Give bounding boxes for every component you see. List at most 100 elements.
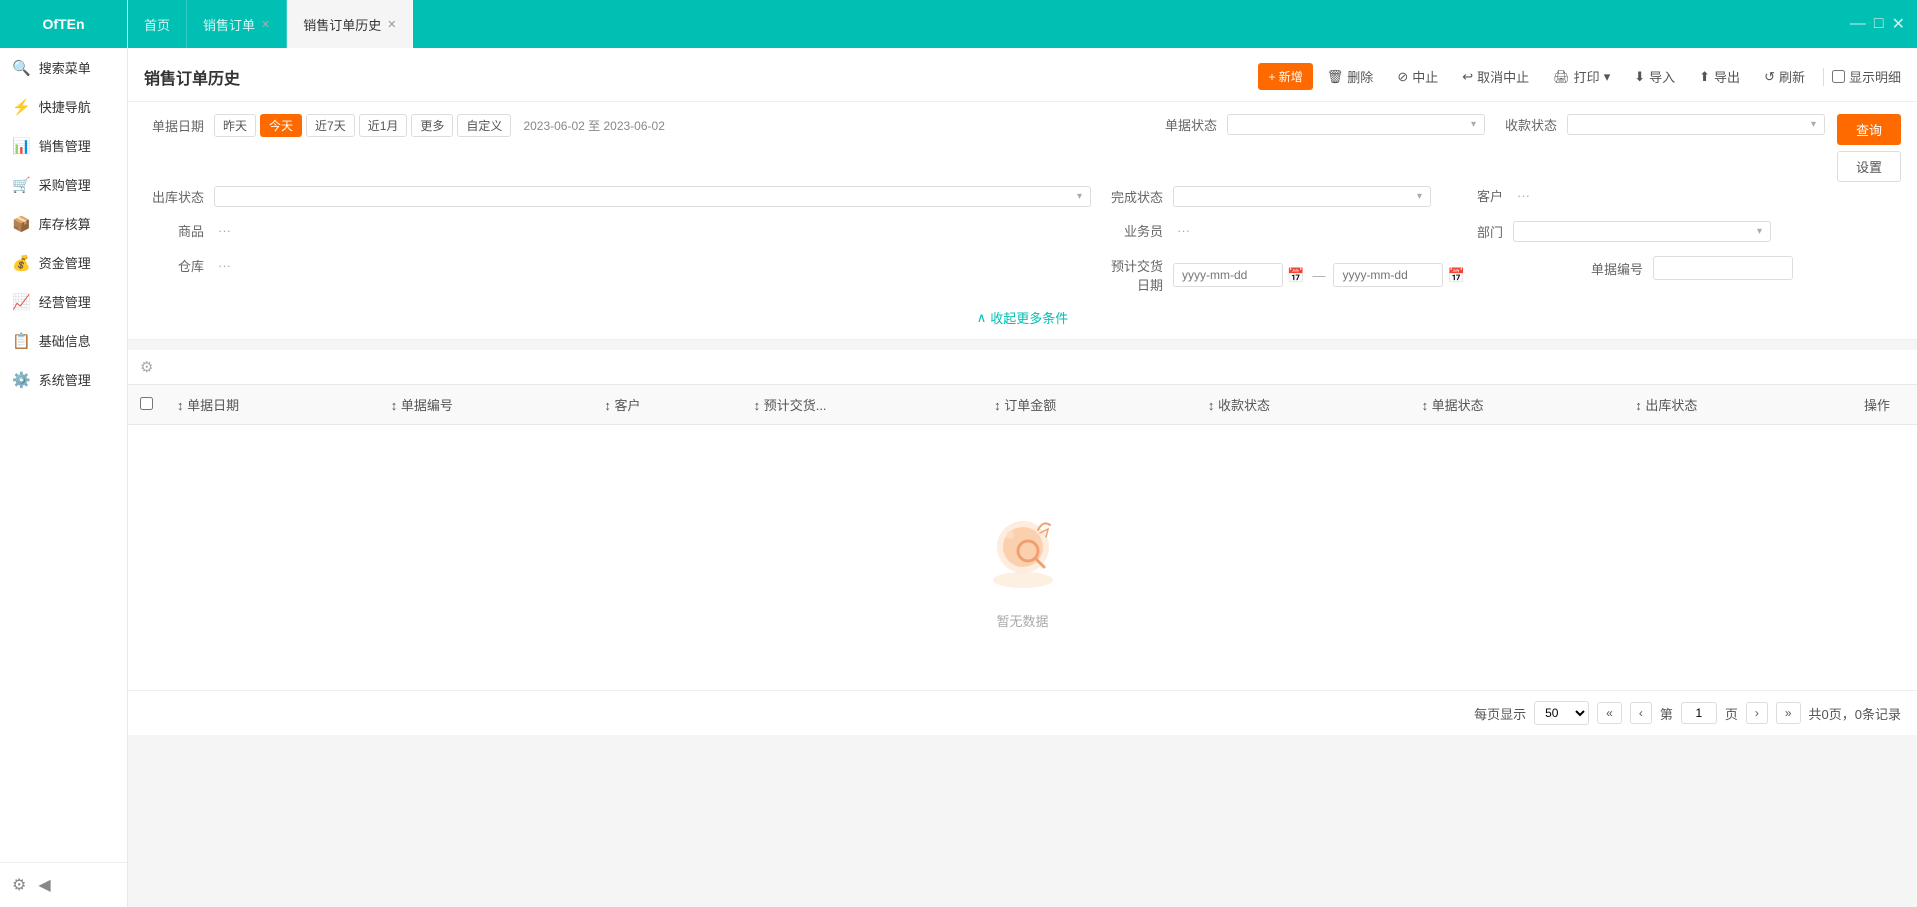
goods-label: 商品 bbox=[144, 221, 214, 240]
window-close-icon[interactable]: ✕ bbox=[1892, 14, 1905, 34]
window-minimize-icon[interactable]: — bbox=[1850, 15, 1866, 33]
filter-row-salesperson: 业务员 ··· bbox=[1103, 221, 1431, 240]
tab-sales-order-history-close[interactable]: ✕ bbox=[387, 18, 396, 31]
col-operations-label: 操作 bbox=[1864, 398, 1890, 413]
date-btn-today[interactable]: 今天 bbox=[260, 114, 302, 137]
sidebar-item-inventory[interactable]: 📦 库存核算 bbox=[0, 204, 127, 243]
col-bill-status[interactable]: ↕ 单据状态 bbox=[1410, 385, 1624, 425]
sidebar-bottom: ⚙ ◀ bbox=[0, 862, 127, 907]
goods-ellipsis[interactable]: ··· bbox=[214, 223, 235, 238]
page-size-select[interactable]: 10 20 50 100 bbox=[1534, 701, 1589, 725]
search-menu-icon: 🔍 bbox=[12, 59, 31, 77]
goods-wrap: 商品 ··· bbox=[144, 221, 1091, 250]
delete-icon: 🗑 bbox=[1327, 69, 1344, 85]
department-label: 部门 bbox=[1443, 222, 1513, 241]
refresh-button[interactable]: ↺ 刷新 bbox=[1754, 62, 1815, 91]
sidebar-collapse-icon[interactable]: ◀ bbox=[38, 875, 50, 895]
salesperson-ellipsis[interactable]: ··· bbox=[1173, 223, 1194, 238]
import-button[interactable]: ⬇ 导入 bbox=[1624, 62, 1685, 91]
stop-icon: ⊘ bbox=[1397, 69, 1408, 85]
table-header-row: ↕ 单据日期 ↕ 单据编号 ↕ 客户 ↕ 预计交货... ↕ 订单金额 bbox=[128, 385, 1917, 425]
col-expected-delivery[interactable]: ↕ 预计交货... bbox=[742, 385, 983, 425]
sidebar-logo: OfTEn bbox=[0, 0, 127, 48]
page-number-input[interactable] bbox=[1681, 702, 1717, 724]
prev-page-button[interactable]: ‹ bbox=[1630, 702, 1652, 724]
outbound-status-select[interactable]: ▾ bbox=[214, 186, 1091, 207]
display-detail-checkbox[interactable] bbox=[1832, 70, 1845, 83]
content-area: 销售订单历史 + 新增 🗑 删除 ⊘ 中止 ↩ 取消中止 🖨 打印 bbox=[128, 48, 1917, 907]
expected-date-to-input[interactable] bbox=[1333, 263, 1443, 287]
col-order-amount[interactable]: ↕ 订单金额 bbox=[982, 385, 1196, 425]
display-detail-checkbox-label[interactable]: 显示明细 bbox=[1832, 67, 1901, 86]
table-toolbar: ⚙ bbox=[128, 350, 1917, 384]
stop-button[interactable]: ⊘ 中止 bbox=[1387, 62, 1448, 91]
page-label: 第 bbox=[1660, 704, 1673, 723]
date-btn-more[interactable]: 更多 bbox=[411, 114, 453, 137]
filter-row-goods: 商品 ··· bbox=[144, 221, 1091, 240]
sidebar-item-purchase[interactable]: 🛒 采购管理 bbox=[0, 165, 127, 204]
sidebar-settings-icon[interactable]: ⚙ bbox=[12, 875, 26, 895]
table-settings-icon[interactable]: ⚙ bbox=[140, 358, 153, 376]
collapse-button[interactable]: ∧ 收起更多条件 bbox=[144, 304, 1901, 327]
calendar-from-icon[interactable]: 📅 bbox=[1287, 267, 1304, 284]
next-page-button[interactable]: › bbox=[1746, 702, 1768, 724]
bill-number-input[interactable] bbox=[1653, 256, 1793, 280]
cancel-stop-button[interactable]: ↩ 取消中止 bbox=[1452, 62, 1539, 91]
expected-date-from-input[interactable] bbox=[1173, 263, 1283, 287]
sidebar-item-capital[interactable]: 💰 资金管理 bbox=[0, 243, 127, 282]
tab-sales-order-close[interactable]: ✕ bbox=[261, 18, 270, 31]
calendar-to-icon[interactable]: 📅 bbox=[1447, 267, 1464, 284]
col-bill-number[interactable]: ↕ 单据编号 bbox=[379, 385, 593, 425]
last-page-button[interactable]: » bbox=[1776, 702, 1801, 724]
col-outbound-status-label: ↕ 出库状态 bbox=[1635, 398, 1697, 413]
sidebar-item-sales[interactable]: 📊 销售管理 bbox=[0, 126, 127, 165]
col-checkbox bbox=[128, 385, 165, 425]
tab-sales-order-history[interactable]: 销售订单历史 ✕ bbox=[287, 0, 413, 48]
col-outbound-status[interactable]: ↕ 出库状态 bbox=[1623, 385, 1837, 425]
sidebar-item-basic-info[interactable]: 📋 基础信息 bbox=[0, 321, 127, 360]
bill-status-select[interactable]: ▾ bbox=[1227, 114, 1485, 135]
toolbar-divider bbox=[1823, 68, 1824, 86]
tab-sales-order[interactable]: 销售订单 ✕ bbox=[187, 0, 287, 48]
complete-status-select[interactable]: ▾ bbox=[1173, 186, 1431, 207]
outbound-status-chevron-icon: ▾ bbox=[1077, 191, 1082, 202]
quick-nav-icon: ⚡ bbox=[12, 98, 31, 116]
date-btn-custom[interactable]: 自定义 bbox=[457, 114, 511, 137]
col-operations: 操作 bbox=[1837, 385, 1917, 425]
col-receipt-status[interactable]: ↕ 收款状态 bbox=[1196, 385, 1410, 425]
first-page-button[interactable]: « bbox=[1597, 702, 1622, 724]
data-table: ↕ 单据日期 ↕ 单据编号 ↕ 客户 ↕ 预计交货... ↕ 订单金额 bbox=[128, 384, 1917, 425]
date-btn-7days[interactable]: 近7天 bbox=[306, 114, 355, 137]
export-button[interactable]: ⬆ 导出 bbox=[1689, 62, 1750, 91]
customer-label: 客户 bbox=[1443, 186, 1513, 205]
col-customer[interactable]: ↕ 客户 bbox=[592, 385, 741, 425]
receipt-status-select[interactable]: ▾ bbox=[1567, 114, 1825, 135]
col-bill-date[interactable]: ↕ 单据日期 bbox=[165, 385, 379, 425]
date-range-display: 2023-06-02 至 2023-06-02 bbox=[523, 117, 664, 134]
date-btn-1month[interactable]: 近1月 bbox=[359, 114, 408, 137]
bill-number-label: 单据编号 bbox=[1583, 259, 1653, 278]
date-filter-control: 昨天 今天 近7天 近1月 更多 自定义 2023-06-02 至 2023-0… bbox=[214, 114, 1145, 137]
total-info: 共0页，0条记录 bbox=[1809, 704, 1901, 723]
date-btn-yesterday[interactable]: 昨天 bbox=[214, 114, 256, 137]
department-select[interactable]: ▾ bbox=[1513, 221, 1771, 242]
print-icon: 🖨 bbox=[1553, 69, 1570, 85]
new-button[interactable]: + 新增 bbox=[1258, 63, 1312, 90]
print-button[interactable]: 🖨 打印 ▾ bbox=[1543, 62, 1620, 91]
settings-button[interactable]: 设置 bbox=[1837, 151, 1901, 182]
sidebar-item-quick-nav[interactable]: ⚡ 快捷导航 bbox=[0, 87, 127, 126]
tab-home[interactable]: 首页 bbox=[128, 0, 187, 48]
warehouse-ellipsis[interactable]: ··· bbox=[214, 258, 235, 273]
delete-button[interactable]: 🗑 删除 bbox=[1317, 62, 1384, 91]
sidebar-item-system[interactable]: ⚙️ 系统管理 bbox=[0, 360, 127, 399]
collapse-arrow-icon: ∧ bbox=[977, 310, 987, 326]
query-button[interactable]: 查询 bbox=[1837, 114, 1901, 145]
filter-row-outbound-status: 出库状态 ▾ bbox=[144, 186, 1091, 207]
filter-row-receipt-status: 收款状态 ▾ bbox=[1497, 114, 1825, 135]
window-maximize-icon[interactable]: □ bbox=[1874, 15, 1884, 33]
customer-ellipsis[interactable]: ··· bbox=[1513, 188, 1534, 203]
select-all-checkbox[interactable] bbox=[140, 397, 153, 410]
sidebar-item-operations[interactable]: 📈 经营管理 bbox=[0, 282, 127, 321]
sidebar-item-search-menu[interactable]: 🔍 搜索菜单 bbox=[0, 48, 127, 87]
page-unit: 页 bbox=[1725, 704, 1738, 723]
